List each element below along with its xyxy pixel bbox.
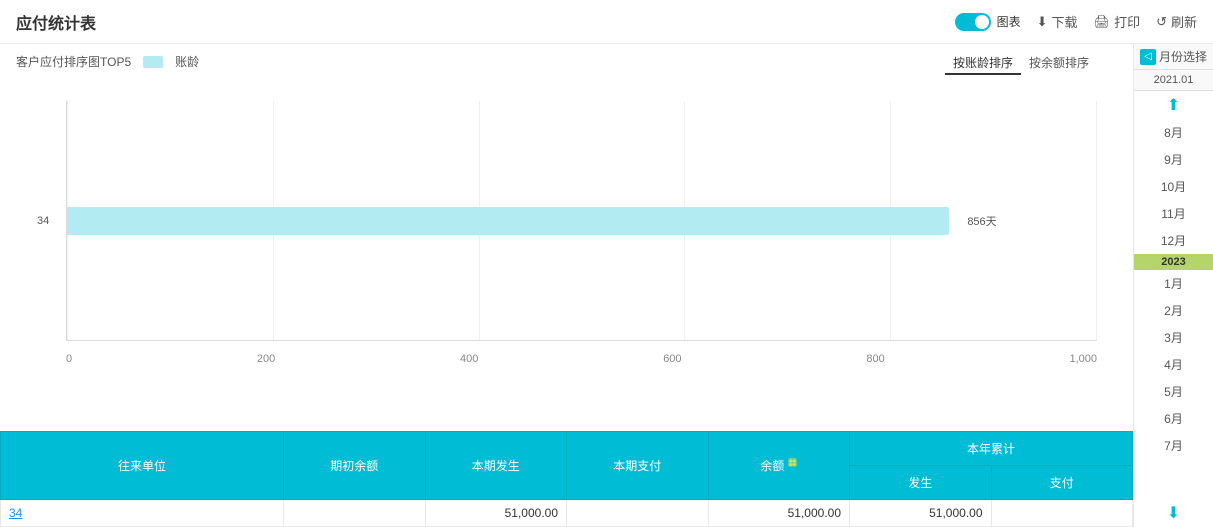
x-label-800: 800 — [866, 353, 884, 365]
qichu-cell — [284, 500, 426, 527]
sidebar-month-8[interactable]: 8月 — [1134, 119, 1213, 146]
legend-item-label: 账龄 — [175, 53, 199, 70]
print-label: 打印 — [1114, 12, 1140, 31]
refresh-icon: ↺ — [1156, 14, 1167, 30]
refresh-label: 刷新 — [1171, 12, 1197, 31]
sort-tabs: 按账龄排序 按余额排序 — [945, 52, 1117, 75]
y-axis-label: 34 — [37, 215, 49, 227]
sidebar-month-9[interactable]: 9月 — [1134, 146, 1213, 173]
th-leiji: 本年累计 — [850, 432, 1133, 466]
sidebar-month-2[interactable]: 2月 — [1134, 297, 1213, 324]
sidebar-year-month: 2021.01 — [1134, 70, 1213, 91]
chart-legend: 客户应付排序图TOP5 账龄 — [16, 53, 199, 70]
th-zhifu: 本期支付 — [567, 432, 709, 500]
sidebar-scroll[interactable]: 8月 9月 10月 11月 12月 2023 1月 2月 3月 4月 5月 6月… — [1134, 119, 1213, 499]
sidebar-month-10[interactable]: 10月 — [1134, 173, 1213, 200]
download-button[interactable]: ⬇ 下载 — [1037, 12, 1078, 31]
th-leiji-zhifu: 支付 — [991, 466, 1133, 500]
toggle-knob — [975, 15, 989, 29]
data-table: 往来单位 期初余额 本期发生 本期支付 余额 ▦ 本年累计 发生 — [0, 431, 1133, 527]
download-icon: ⬇ — [1037, 14, 1048, 30]
chart-area: 856天 34 0 200 400 600 800 1,000 — [0, 79, 1133, 431]
sidebar-year-marker: 2023 — [1134, 254, 1213, 270]
x-label-0: 0 — [66, 353, 72, 365]
chart-bar: 856天 — [67, 207, 949, 235]
chart-toggle-label: 图表 — [997, 13, 1021, 30]
bar-end-label: 856天 — [967, 213, 996, 229]
sidebar-month-6[interactable]: 6月 — [1134, 405, 1213, 432]
x-label-400: 400 — [460, 353, 478, 365]
x-axis-labels: 0 200 400 600 800 1,000 — [66, 346, 1097, 371]
sidebar-expand-btn[interactable]: ◁ — [1140, 49, 1156, 65]
leiji-fasheng-cell: 51,000.00 — [850, 500, 992, 527]
sort-tab-balance[interactable]: 按余额排序 — [1021, 52, 1097, 75]
chart-toggle-container[interactable]: 图表 — [955, 13, 1021, 31]
x-label-600: 600 — [663, 353, 681, 365]
sidebar-month-1[interactable]: 1月 — [1134, 270, 1213, 297]
th-unit: 往来单位 — [1, 432, 284, 500]
chart-plot: 856天 34 — [66, 101, 1097, 341]
legend-color-swatch — [143, 56, 163, 68]
sidebar: ◁ 月份选择 2021.01 ⬆ 8月 9月 10月 11月 12月 2023 … — [1133, 44, 1213, 527]
yue-flag: ▦ — [788, 457, 797, 468]
refresh-button[interactable]: ↺ 刷新 — [1156, 12, 1197, 31]
sidebar-month-header: 月份选择 — [1159, 48, 1207, 65]
main-content: 客户应付排序图TOP5 账龄 按账龄排序 按余额排序 — [0, 44, 1213, 527]
th-qichu: 期初余额 — [284, 432, 426, 500]
th-fasheng: 本期发生 — [425, 432, 567, 500]
chart-wrapper: 856天 34 0 200 400 600 800 1,000 — [26, 91, 1117, 371]
unit-cell[interactable]: 34 — [1, 500, 284, 527]
x-label-1000: 1,000 — [1069, 353, 1097, 365]
app-header: 应付统计表 图表 ⬇ 下载 🖨 打印 ↺ 刷新 — [0, 0, 1213, 44]
chart-section: 客户应付排序图TOP5 账龄 按账龄排序 按余额排序 — [0, 44, 1133, 527]
zhifu-cell — [567, 500, 709, 527]
chart-toggle[interactable] — [955, 13, 991, 31]
leiji-zhifu-cell — [991, 500, 1133, 527]
page-title: 应付统计表 — [16, 10, 96, 34]
sidebar-up-btn[interactable]: ⬆ — [1134, 91, 1213, 119]
print-icon: 🖨 — [1094, 14, 1111, 30]
yue-cell: 51,000.00 — [708, 500, 850, 527]
print-button[interactable]: 🖨 打印 — [1094, 12, 1141, 31]
sort-tab-age[interactable]: 按账龄排序 — [945, 52, 1021, 75]
sidebar-month-3[interactable]: 3月 — [1134, 324, 1213, 351]
sidebar-month-4[interactable]: 4月 — [1134, 351, 1213, 378]
sidebar-month-7[interactable]: 7月 — [1134, 432, 1213, 459]
sidebar-month-11[interactable]: 11月 — [1134, 200, 1213, 227]
th-leiji-fasheng: 发生 — [850, 466, 992, 500]
fasheng-cell: 51,000.00 — [425, 500, 567, 527]
th-yue: 余额 ▦ — [708, 432, 850, 500]
table-section: 往来单位 期初余额 本期发生 本期支付 余额 ▦ 本年累计 发生 — [0, 431, 1133, 527]
download-label: 下载 — [1052, 12, 1078, 31]
sidebar-month-12[interactable]: 12月 — [1134, 227, 1213, 254]
header-actions: 图表 ⬇ 下载 🖨 打印 ↺ 刷新 — [955, 12, 1197, 31]
table-row: 34 51,000.00 51,000.00 51,000.00 — [1, 500, 1133, 527]
x-label-200: 200 — [257, 353, 275, 365]
legend-text: 客户应付排序图TOP5 — [16, 53, 131, 70]
sidebar-month-5[interactable]: 5月 — [1134, 378, 1213, 405]
sidebar-down-btn[interactable]: ⬇ — [1134, 499, 1213, 527]
